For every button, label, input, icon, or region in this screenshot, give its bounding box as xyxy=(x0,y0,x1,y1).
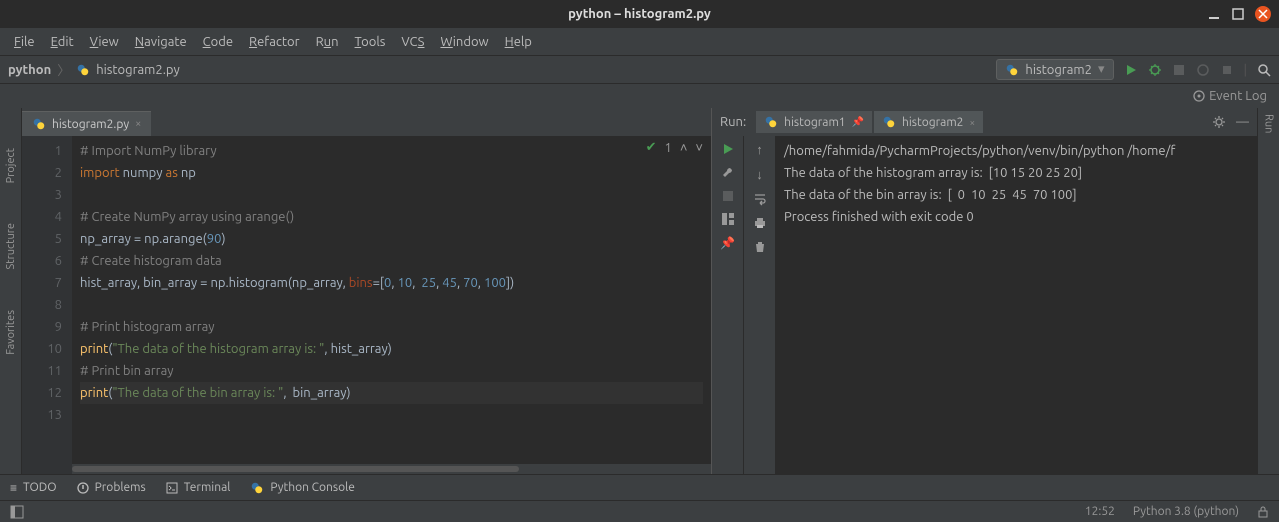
run-panel: Run: histogram1 📌 histogram2 × — xyxy=(712,108,1257,474)
close-icon[interactable]: × xyxy=(969,117,975,128)
menu-view[interactable]: View xyxy=(84,31,125,53)
close-tab-icon[interactable]: × xyxy=(135,118,141,130)
stop-icon[interactable] xyxy=(722,190,734,202)
line-gutter: 12345678910111213 xyxy=(22,136,72,474)
soft-wrap-icon[interactable] xyxy=(753,192,767,206)
up-icon[interactable]: ↑ xyxy=(756,142,763,157)
run-toolbar-left: 📌 xyxy=(712,136,744,474)
breadcrumb-separator: 〉 xyxy=(57,60,70,79)
editor-tabs: histogram2.py × xyxy=(22,108,711,136)
close-button[interactable] xyxy=(1255,6,1271,22)
python-console-toolwindow-button[interactable]: Python Console xyxy=(250,481,355,495)
window-title: python – histogram2.py xyxy=(568,7,711,21)
maximize-button[interactable] xyxy=(1231,7,1245,21)
menu-refactor[interactable]: Refactor xyxy=(243,31,306,53)
next-highlight-icon[interactable]: ˅ xyxy=(695,140,703,155)
menu-window[interactable]: Window xyxy=(434,31,494,53)
pin-icon[interactable]: 📌 xyxy=(852,116,864,128)
menu-run[interactable]: Run xyxy=(310,31,345,53)
project-toolwindow-button[interactable]: Project xyxy=(5,148,17,183)
todo-icon: ≡ xyxy=(10,481,17,495)
python-icon xyxy=(1005,63,1019,77)
menu-help[interactable]: Help xyxy=(499,31,538,53)
lock-icon[interactable] xyxy=(1257,506,1269,518)
trash-icon[interactable] xyxy=(753,240,767,254)
stop-button[interactable] xyxy=(1220,63,1234,77)
run-tab-histogram2[interactable]: histogram2 × xyxy=(874,111,983,133)
minimize-button[interactable] xyxy=(1207,7,1221,21)
pin-icon[interactable]: 📌 xyxy=(720,236,735,250)
right-tool-rail: Run xyxy=(1257,108,1279,474)
event-log-button[interactable]: Event Log xyxy=(1193,89,1267,103)
print-icon[interactable] xyxy=(753,216,767,230)
menu-edit[interactable]: Edit xyxy=(45,31,80,53)
python-file-icon xyxy=(76,63,90,77)
menu-file[interactable]: File xyxy=(8,31,41,53)
python-icon xyxy=(882,115,896,129)
python-file-icon xyxy=(32,117,46,131)
run-toolbar-right: ↑ ↓ xyxy=(744,136,776,474)
editor-inspections: ✔ 1 ˄ ˅ xyxy=(646,140,703,155)
code-area[interactable]: # Import NumPy libraryimport numpy as np… xyxy=(72,136,711,474)
run-header: Run: histogram1 📌 histogram2 × — xyxy=(712,108,1257,136)
status-toggle-icon[interactable] xyxy=(10,505,24,519)
python-icon xyxy=(250,481,264,495)
structure-toolwindow-button[interactable]: Structure xyxy=(5,223,17,270)
python-icon xyxy=(764,115,778,129)
event-log-row: Event Log xyxy=(0,84,1279,108)
menubar: File Edit View Navigate Code Refactor Ru… xyxy=(0,28,1279,56)
editor-horizontal-scrollbar[interactable] xyxy=(72,464,711,474)
check-icon: ✔ xyxy=(646,140,657,155)
menu-navigate[interactable]: Navigate xyxy=(129,31,193,53)
search-everywhere-button[interactable] xyxy=(1257,63,1271,77)
favorites-toolwindow-button[interactable]: Favorites xyxy=(5,310,17,355)
terminal-icon xyxy=(166,482,178,494)
down-icon[interactable]: ↓ xyxy=(756,167,763,182)
left-tool-rail: Project Structure Favorites xyxy=(0,108,22,474)
menu-tools[interactable]: Tools xyxy=(349,31,392,53)
editor-panel: histogram2.py × 12345678910111213 # Impo… xyxy=(22,108,712,474)
problems-icon xyxy=(77,482,89,494)
run-tab-histogram1[interactable]: histogram1 📌 xyxy=(756,111,872,133)
navigation-bar: python 〉 histogram2.py histogram2 ▾ | xyxy=(0,56,1279,84)
run-config-selector[interactable]: histogram2 ▾ xyxy=(996,59,1113,80)
breadcrumb-project[interactable]: python xyxy=(8,63,51,77)
breadcrumb-file[interactable]: histogram2.py xyxy=(96,63,180,77)
editor-tab-label: histogram2.py xyxy=(52,118,129,131)
run-label: Run: xyxy=(720,115,746,129)
chevron-down-icon: ▾ xyxy=(1098,62,1105,77)
debug-button[interactable] xyxy=(1148,63,1162,77)
editor-tab-histogram2[interactable]: histogram2.py × xyxy=(22,111,151,136)
layout-icon[interactable] xyxy=(721,212,735,226)
hide-panel-icon[interactable]: — xyxy=(1236,115,1249,129)
breadcrumb: python 〉 histogram2.py xyxy=(8,60,180,79)
todo-toolwindow-button[interactable]: ≡TODO xyxy=(10,481,57,495)
menu-vcs[interactable]: VCS xyxy=(395,31,430,53)
main-area: Project Structure Favorites histogram2.p… xyxy=(0,108,1279,474)
problems-toolwindow-button[interactable]: Problems xyxy=(77,481,146,494)
run-button[interactable] xyxy=(1124,63,1138,77)
run-config-label: histogram2 xyxy=(1025,63,1092,77)
rerun-button[interactable] xyxy=(721,142,735,156)
run-toolwindow-button[interactable]: Run xyxy=(1263,114,1275,133)
profile-button[interactable] xyxy=(1196,63,1210,77)
terminal-toolwindow-button[interactable]: Terminal xyxy=(166,481,231,494)
wrench-icon[interactable] xyxy=(721,166,735,180)
run-settings-icon[interactable] xyxy=(1212,115,1226,129)
caret-position[interactable]: 12:52 xyxy=(1085,505,1115,518)
titlebar: python – histogram2.py xyxy=(0,0,1279,28)
coverage-button[interactable] xyxy=(1172,63,1186,77)
status-bar: 12:52 Python 3.8 (python) xyxy=(0,500,1279,522)
python-interpreter[interactable]: Python 3.8 (python) xyxy=(1133,505,1239,518)
editor-body[interactable]: 12345678910111213 # Import NumPy library… xyxy=(22,136,711,474)
prev-highlight-icon[interactable]: ˄ xyxy=(680,140,688,155)
menu-code[interactable]: Code xyxy=(197,31,239,53)
inspection-count: 1 xyxy=(664,141,671,155)
console-output[interactable]: /home/fahmida/PycharmProjects/python/ven… xyxy=(776,136,1257,474)
bottom-tool-bar: ≡TODO Problems Terminal Python Console xyxy=(0,474,1279,500)
